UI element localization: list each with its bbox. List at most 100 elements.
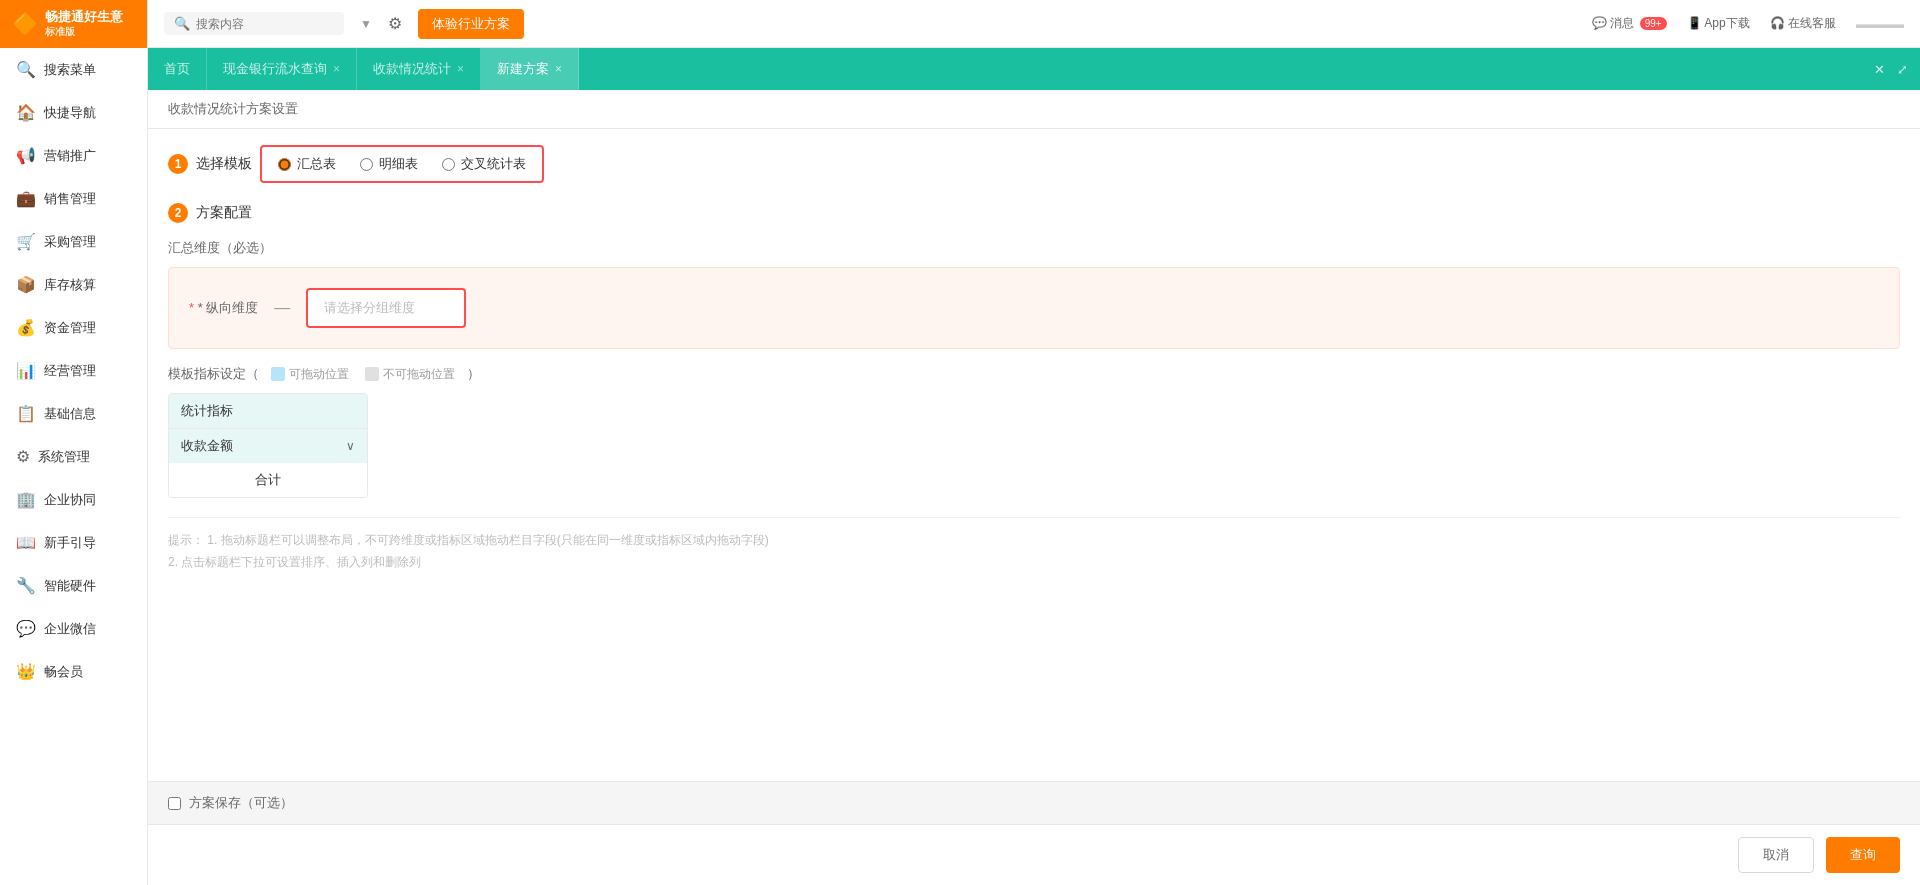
close-window-icon[interactable]: ✕ (1874, 62, 1885, 77)
app-name: 畅捷通好生意 (45, 9, 123, 25)
radio-detail[interactable]: 明细表 (360, 155, 418, 173)
topbar-dropdown[interactable]: ▼ (360, 17, 372, 31)
metrics-header-text: 统计指标 (181, 403, 233, 418)
sidebar-item-corp[interactable]: 🏢 企业协同 (0, 478, 147, 521)
sidebar-item-guide[interactable]: 📖 新手引导 (0, 521, 147, 564)
row-required-mark: * (189, 300, 198, 315)
dimension-placeholder: 请选择分组维度 (324, 299, 415, 317)
metrics-legend: 可拖动位置 不可拖动位置 (271, 366, 455, 383)
app-edition: 标准版 (45, 25, 123, 39)
topbar-right: 💬 消息 99+ 📱 App下载 🎧 在线客服 ▬▬▬▬ (1592, 15, 1904, 32)
home-icon: 🏠 (16, 103, 36, 122)
tabbar-actions: ✕ ⤢ (1862, 48, 1920, 90)
support-link[interactable]: 🎧 在线客服 (1770, 15, 1836, 32)
query-button[interactable]: 查询 (1826, 837, 1900, 873)
sidebar-item-label: 系统管理 (38, 448, 90, 466)
step1-header: 1 选择模板 汇总表 明细表 交叉统计表 (168, 145, 1900, 183)
industry-btn[interactable]: 体验行业方案 (418, 9, 524, 39)
radio-summary-input[interactable] (278, 158, 291, 171)
inventory-icon: 📦 (16, 275, 36, 294)
sidebar-item-label: 资金管理 (44, 319, 96, 337)
sidebar-item-label: 采购管理 (44, 233, 96, 251)
guide-icon: 📖 (16, 533, 36, 552)
expand-window-icon[interactable]: ⤢ (1897, 62, 1908, 77)
save-checkbox[interactable] (168, 797, 181, 810)
sidebar-item-label: 畅会员 (44, 663, 83, 681)
footer: 取消 查询 (148, 824, 1920, 885)
step2-section: 2 方案配置 汇总维度（必选） * * 纵向维度 — (168, 203, 1900, 585)
basic-icon: 📋 (16, 404, 36, 423)
download-label: App下载 (1704, 16, 1749, 30)
radio-cross[interactable]: 交叉统计表 (442, 155, 526, 173)
tab-new-plan-label: 新建方案 (497, 60, 549, 78)
sales-icon: 💼 (16, 189, 36, 208)
main-area: 🔍 ▼ ⚙ 体验行业方案 💬 消息 99+ 📱 App下载 🎧 在线客服 ▬▬▬… (148, 0, 1920, 885)
message-link[interactable]: 💬 消息 99+ (1592, 15, 1667, 32)
radio-detail-input[interactable] (360, 158, 373, 171)
tab-home[interactable]: 首页 (148, 48, 207, 90)
step1-num: 1 (168, 154, 188, 174)
sidebar-item-label: 搜索菜单 (44, 61, 96, 79)
sidebar-item-label: 销售管理 (44, 190, 96, 208)
sidebar-item-label: 企业微信 (44, 620, 96, 638)
dimension-selector[interactable]: 请选择分组维度 (306, 288, 466, 328)
tab-cash-flow-close[interactable]: × (333, 62, 340, 76)
sidebar-item-member[interactable]: 👑 畅会员 (0, 650, 147, 693)
fixed-dot (365, 367, 379, 381)
sidebar-item-label: 基础信息 (44, 405, 96, 423)
corp-icon: 🏢 (16, 490, 36, 509)
download-link[interactable]: 📱 App下载 (1687, 15, 1750, 32)
radio-summary[interactable]: 汇总表 (278, 155, 336, 173)
step2-num: 2 (168, 203, 188, 223)
sidebar-item-label: 营销推广 (44, 147, 96, 165)
tab-collection-close[interactable]: × (457, 62, 464, 76)
sidebar-item-management[interactable]: 📊 经营管理 (0, 349, 147, 392)
sidebar-item-marketing[interactable]: 📢 营销推广 (0, 134, 147, 177)
sidebar-logo: 🔶 畅捷通好生意 标准版 (0, 0, 147, 48)
content-body: 1 选择模板 汇总表 明细表 交叉统计表 (148, 129, 1920, 781)
dimension-label: 汇总维度（必选） (168, 239, 1900, 257)
gear-icon[interactable]: ⚙ (388, 14, 402, 33)
sidebar-item-system[interactable]: ⚙ 系统管理 (0, 435, 147, 478)
tab-cash-flow[interactable]: 现金银行流水查询 × (207, 48, 357, 90)
user-info: ▬▬▬▬ (1856, 17, 1904, 31)
sidebar-item-hardware[interactable]: 🔧 智能硬件 (0, 564, 147, 607)
sidebar: 🔶 畅捷通好生意 标准版 🔍 搜索菜单 🏠 快捷导航 📢 营销推广 💼 销售管理… (0, 0, 148, 885)
row-label-text: * 纵向维度 (198, 300, 259, 315)
save-label[interactable]: 方案保存（可选） (189, 794, 293, 812)
hardware-icon: 🔧 (16, 576, 36, 595)
step1-section: 1 选择模板 汇总表 明细表 交叉统计表 (168, 145, 1900, 183)
breadcrumb-text: 收款情况统计方案设置 (168, 101, 298, 116)
search-icon: 🔍 (16, 60, 36, 79)
metrics-cell-total: 合计 (169, 463, 367, 497)
tip2: 2. 点击标题栏下拉可设置排序、插入列和删除列 (168, 552, 1900, 574)
metrics-header: 模板指标设定（ 可拖动位置 不可拖动位置 ） (168, 365, 1900, 383)
radio-cross-input[interactable] (442, 158, 455, 171)
tab-new-plan[interactable]: 新建方案 × (481, 48, 579, 90)
search-input[interactable] (196, 17, 316, 31)
sidebar-item-sales[interactable]: 💼 销售管理 (0, 177, 147, 220)
sidebar-item-inventory[interactable]: 📦 库存核算 (0, 263, 147, 306)
dimension-area: * * 纵向维度 — 请选择分组维度 (168, 267, 1900, 349)
metrics-cell-amount[interactable]: 收款金额 ∨ (169, 429, 367, 463)
metrics-label: 模板指标设定（ (168, 365, 259, 383)
dropdown-label: ▼ (360, 17, 372, 31)
step2-header: 2 方案配置 (168, 203, 1900, 223)
cancel-button[interactable]: 取消 (1738, 837, 1814, 873)
metrics-dropdown-icon[interactable]: ∨ (346, 439, 355, 453)
sidebar-item-basic[interactable]: 📋 基础信息 (0, 392, 147, 435)
row-dimension-label: * * 纵向维度 (189, 299, 258, 317)
finance-icon: 💰 (16, 318, 36, 337)
support-label: 在线客服 (1788, 16, 1836, 30)
sidebar-item-purchase[interactable]: 🛒 采购管理 (0, 220, 147, 263)
sidebar-item-finance[interactable]: 💰 资金管理 (0, 306, 147, 349)
metrics-amount-label: 收款金额 (181, 437, 233, 455)
sidebar-item-nav[interactable]: 🏠 快捷导航 (0, 91, 147, 134)
sidebar-item-wechat[interactable]: 💬 企业微信 (0, 607, 147, 650)
search-box[interactable]: 🔍 (164, 12, 344, 35)
template-options: 汇总表 明细表 交叉统计表 (260, 145, 544, 183)
tab-new-plan-close[interactable]: × (555, 62, 562, 76)
tab-collection-stats[interactable]: 收款情况统计 × (357, 48, 481, 90)
step1-title: 选择模板 (196, 155, 252, 173)
sidebar-item-search[interactable]: 🔍 搜索菜单 (0, 48, 147, 91)
